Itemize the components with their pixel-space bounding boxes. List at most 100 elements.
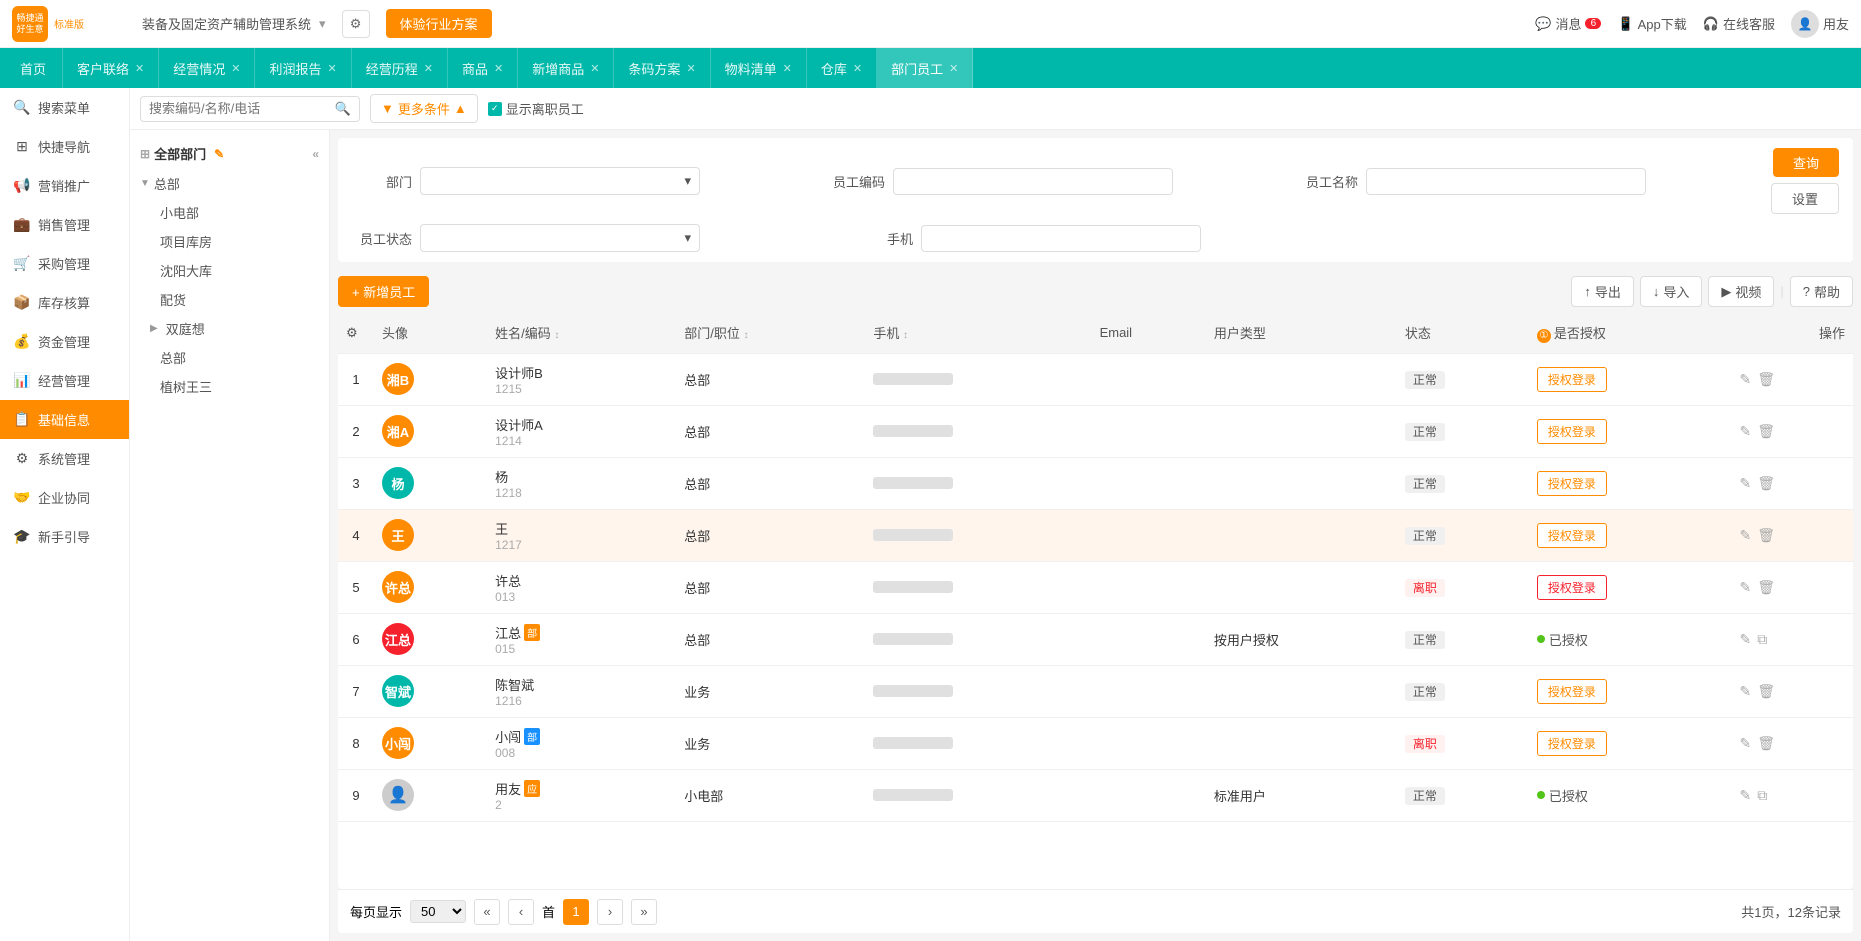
- edit-icon[interactable]: ✎: [1740, 787, 1752, 804]
- sidebar-item-basic[interactable]: 📋 基础信息: [0, 400, 129, 439]
- edit-icon[interactable]: ✎: [1740, 735, 1752, 752]
- search-input[interactable]: [149, 101, 335, 116]
- auth-button[interactable]: 授权登录: [1537, 731, 1607, 756]
- nav-tab-barcode[interactable]: 条码方案 ✕: [614, 48, 710, 88]
- sidebar-item-marketing[interactable]: 📢 营销推广: [0, 166, 129, 205]
- nav-tab-dept[interactable]: 部门员工 ✕: [877, 48, 973, 88]
- current-page-button[interactable]: 1: [563, 899, 589, 925]
- nav-tab-goods[interactable]: 商品 ✕: [448, 48, 518, 88]
- import-button[interactable]: ↓ 导入: [1640, 276, 1703, 307]
- close-icon[interactable]: ✕: [328, 62, 337, 75]
- copy-icon[interactable]: ⧉: [1757, 787, 1767, 804]
- row-avatar: 杨: [374, 457, 487, 509]
- auth-button[interactable]: 授权登录: [1537, 471, 1607, 496]
- gear-button[interactable]: ⚙: [342, 10, 370, 38]
- edit-icon[interactable]: ✎: [1740, 527, 1752, 544]
- trial-button[interactable]: 体验行业方案: [386, 9, 492, 38]
- tree-item-shenyang[interactable]: 沈阳大库: [130, 256, 329, 285]
- prev-page-button[interactable]: ‹: [508, 899, 534, 925]
- emp-name-input[interactable]: [1366, 168, 1646, 195]
- auth-button[interactable]: 授权登录: [1537, 575, 1607, 600]
- dept-select[interactable]: ▾: [420, 167, 700, 195]
- sidebar-item-nav[interactable]: ⊞ 快捷导航: [0, 127, 129, 166]
- close-icon[interactable]: ✕: [590, 62, 599, 75]
- search-icon[interactable]: 🔍: [335, 101, 351, 117]
- edit-icon[interactable]: ✎: [1740, 579, 1752, 596]
- set-button[interactable]: 设置: [1771, 183, 1839, 214]
- online-service-item[interactable]: 🎧 在线客服: [1703, 14, 1775, 33]
- close-icon[interactable]: ✕: [686, 62, 695, 75]
- show-resign-toggle[interactable]: ✓ 显示离职员工: [488, 99, 584, 118]
- sidebar-item-collab[interactable]: 🤝 企业协同: [0, 478, 129, 517]
- per-page-select[interactable]: 50 100: [410, 900, 466, 923]
- first-page-button[interactable]: «: [474, 899, 500, 925]
- delete-icon[interactable]: 🗑: [1757, 475, 1775, 492]
- tree-item-project[interactable]: 项目库房: [130, 227, 329, 256]
- tree-item-zongbu[interactable]: 总部: [130, 343, 329, 372]
- nav-tab-operation[interactable]: 经营情况 ✕: [159, 48, 255, 88]
- help-button[interactable]: ? 帮助: [1790, 276, 1853, 307]
- tree-item-xdb[interactable]: 小电部: [130, 198, 329, 227]
- delete-icon[interactable]: 🗑: [1757, 579, 1775, 596]
- close-icon[interactable]: ✕: [135, 62, 144, 75]
- sidebar-item-sales[interactable]: 💼 销售管理: [0, 205, 129, 244]
- sidebar-item-finance[interactable]: 💰 资金管理: [0, 322, 129, 361]
- tree-item-zhishu[interactable]: 植树王三: [130, 372, 329, 401]
- emp-code-input[interactable]: [893, 168, 1173, 195]
- search-button[interactable]: 查询: [1773, 148, 1839, 177]
- nav-tab-home[interactable]: 首页: [4, 48, 63, 88]
- next-page-button[interactable]: ›: [597, 899, 623, 925]
- sidebar-item-system[interactable]: ⚙ 系统管理: [0, 439, 129, 478]
- copy-icon[interactable]: ⧉: [1757, 631, 1767, 648]
- edit-icon[interactable]: ✎: [1740, 631, 1752, 648]
- resign-checkbox[interactable]: ✓: [488, 102, 502, 116]
- sidebar-item-inventory[interactable]: 📦 库存核算: [0, 283, 129, 322]
- collapse-icon[interactable]: «: [312, 147, 319, 161]
- sidebar-item-search[interactable]: 🔍 搜索菜单: [0, 88, 129, 127]
- tree-item-shuangt[interactable]: ▶ 双庭想: [130, 314, 329, 343]
- auth-button[interactable]: 授权登录: [1537, 367, 1607, 392]
- delete-icon[interactable]: 🗑: [1757, 527, 1775, 544]
- phone-input[interactable]: [921, 225, 1201, 252]
- message-item[interactable]: 💬 消息 6: [1535, 14, 1601, 33]
- auth-button[interactable]: 授权登录: [1537, 419, 1607, 444]
- sidebar-item-guide[interactable]: 🎓 新手引导: [0, 517, 129, 556]
- last-page-button[interactable]: »: [631, 899, 657, 925]
- sidebar-item-purchase[interactable]: 🛒 采购管理: [0, 244, 129, 283]
- export-button[interactable]: ↑ 导出: [1571, 276, 1634, 307]
- view-button[interactable]: ▶ 视频: [1708, 276, 1774, 307]
- nav-tab-customer[interactable]: 客户联络 ✕: [63, 48, 159, 88]
- close-icon[interactable]: ✕: [231, 62, 240, 75]
- nav-tab-history[interactable]: 经营历程 ✕: [352, 48, 448, 88]
- close-icon[interactable]: ✕: [853, 62, 862, 75]
- nav-tab-warehouse[interactable]: 仓库 ✕: [807, 48, 877, 88]
- nav-tab-bom[interactable]: 物料清单 ✕: [711, 48, 807, 88]
- sidebar-item-management[interactable]: 📊 经营管理: [0, 361, 129, 400]
- edit-icon[interactable]: ✎: [1740, 475, 1752, 492]
- close-icon[interactable]: ✕: [783, 62, 792, 75]
- emp-status-select[interactable]: ▾: [420, 224, 700, 252]
- nav-tab-add-goods[interactable]: 新增商品 ✕: [518, 48, 614, 88]
- app-download-item[interactable]: 📱 App下载: [1617, 14, 1686, 33]
- delete-icon[interactable]: 🗑: [1757, 735, 1775, 752]
- edit-icon[interactable]: ✎: [1740, 423, 1752, 440]
- auth-button[interactable]: 授权登录: [1537, 679, 1607, 704]
- delete-icon[interactable]: 🗑: [1757, 423, 1775, 440]
- delete-icon[interactable]: 🗑: [1757, 371, 1775, 388]
- more-filter-btn[interactable]: ▼ 更多条件 ▲: [370, 94, 478, 123]
- delete-icon[interactable]: 🗑: [1757, 683, 1775, 700]
- user-item[interactable]: 👤 用友: [1791, 10, 1849, 38]
- edit-icon[interactable]: ✎: [214, 147, 224, 161]
- auth-button[interactable]: 授权登录: [1537, 523, 1607, 548]
- tree-item-peihuo[interactable]: 配货: [130, 285, 329, 314]
- close-icon[interactable]: ✕: [949, 62, 958, 75]
- row-avatar: 王: [374, 509, 487, 561]
- edit-icon[interactable]: ✎: [1740, 683, 1752, 700]
- th-settings[interactable]: ⚙: [338, 313, 374, 353]
- close-icon[interactable]: ✕: [424, 62, 433, 75]
- edit-icon[interactable]: ✎: [1740, 371, 1752, 388]
- add-employee-button[interactable]: + 新增员工: [338, 276, 429, 307]
- close-icon[interactable]: ✕: [494, 62, 503, 75]
- nav-tab-profit[interactable]: 利润报告 ✕: [255, 48, 351, 88]
- tree-item-zongbu-group[interactable]: ▼ 总部: [130, 169, 329, 198]
